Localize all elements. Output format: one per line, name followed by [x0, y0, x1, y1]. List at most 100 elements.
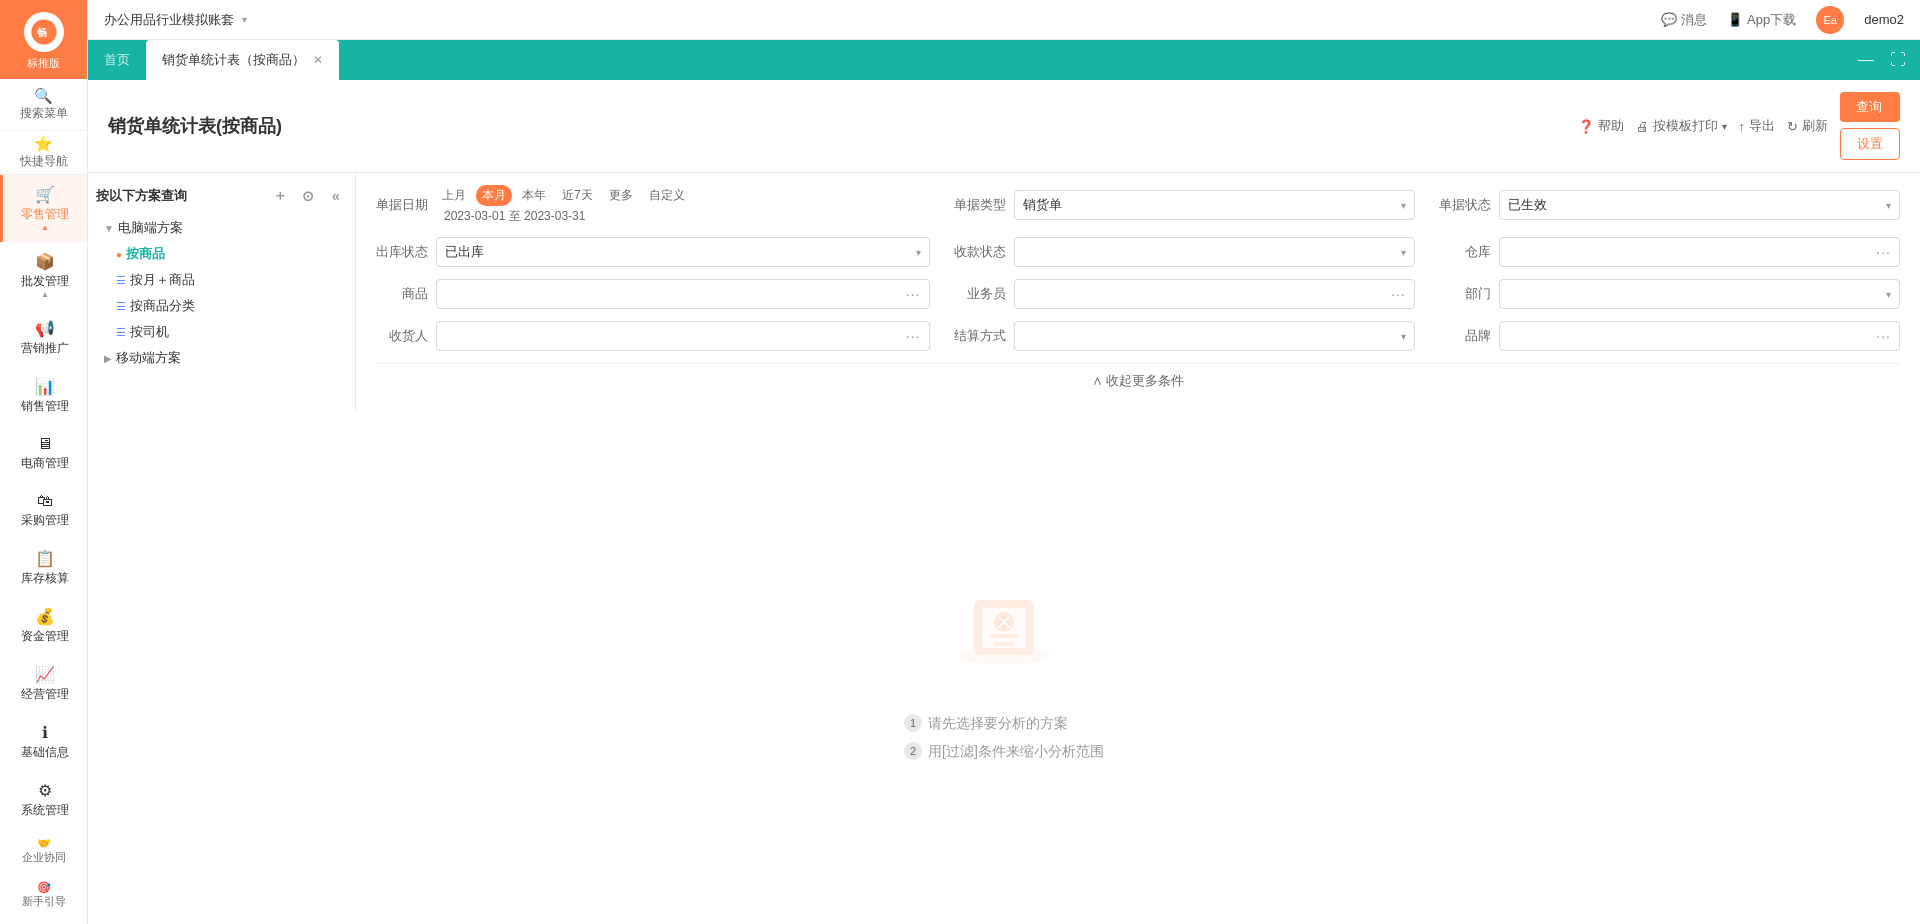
settings-button[interactable]: 设置 — [1840, 128, 1900, 160]
sidebar-item-system[interactable]: ⚙ 系统管理 — [0, 771, 87, 829]
collapse-label: ∧ 收起更多条件 — [1092, 373, 1185, 388]
goods-dots: ··· — [906, 286, 921, 302]
svg-rect-6 — [989, 634, 1019, 638]
recipient-dots: ··· — [906, 328, 921, 344]
print-label: 按模板打印 — [1653, 117, 1718, 135]
sidebar-item-enterprise[interactable]: 🤝 企业协同 — [0, 829, 87, 873]
print-button[interactable]: 🖨 按模板打印 ▾ — [1636, 117, 1727, 135]
export-button[interactable]: ↑ 导出 — [1739, 117, 1776, 135]
empty-tip-1: 1 请先选择要分析的方案 — [904, 709, 1104, 737]
tab-maximize-button[interactable]: ⛶ — [1884, 46, 1912, 74]
filter-sidebar-title: 按以下方案查询 — [96, 187, 187, 205]
user-avatar[interactable]: Ea — [1816, 6, 1844, 34]
tip-num-1: 1 — [904, 714, 922, 732]
doc-status-control[interactable]: 已生效 ▾ — [1499, 190, 1900, 220]
query-button[interactable]: 查询 — [1840, 92, 1900, 122]
scheme-by-month-goods-icon: ☰ — [116, 274, 126, 287]
payment-label: 结算方式 — [954, 327, 1014, 345]
sidebar-item-purchase[interactable]: 🛍 采购管理 — [0, 482, 87, 539]
salesperson-label: 业务员 — [954, 285, 1014, 303]
goods-control[interactable]: ··· — [436, 279, 930, 309]
newbie-icon: 🎯 — [37, 881, 51, 894]
sidebar-item-operations[interactable]: 📈 经营管理 — [0, 655, 87, 713]
svg-text:畅: 畅 — [37, 27, 47, 38]
scheme-by-category[interactable]: ☰ 按商品分类 — [108, 293, 347, 319]
sidebar-item-retail[interactable]: 🛒 零售管理 ▲ — [0, 175, 87, 242]
doc-type-control[interactable]: 销货单 ▾ — [1014, 190, 1415, 220]
collect-status-control[interactable]: ▾ — [1014, 237, 1415, 267]
refresh-button[interactable]: ↻ 刷新 — [1787, 117, 1828, 135]
warehouse-control[interactable]: ··· — [1499, 237, 1900, 267]
scheme-by-month-goods[interactable]: ☰ 按月＋商品 — [108, 267, 347, 293]
add-scheme-button[interactable]: ＋ — [269, 185, 291, 207]
collapse-bar[interactable]: ∧ 收起更多条件 — [376, 363, 1900, 398]
department-control[interactable]: ▾ — [1499, 279, 1900, 309]
payment-field: 结算方式 ▾ — [954, 321, 1415, 351]
message-button[interactable]: 💬 消息 — [1661, 11, 1707, 29]
industry-dropdown-arrow[interactable]: ▾ — [242, 14, 247, 25]
recipient-label: 收货人 — [376, 327, 436, 345]
out-status-arrow: ▾ — [916, 247, 921, 258]
sidebar-item-marketing[interactable]: 📢 营销推广 — [0, 309, 87, 367]
brand-control[interactable]: ··· — [1499, 321, 1900, 351]
svg-rect-7 — [994, 642, 1014, 646]
doc-status-field: 单据状态 已生效 ▾ — [1439, 190, 1900, 220]
pc-scheme-label: 电脑端方案 — [118, 219, 183, 237]
warehouse-label: 仓库 — [1439, 243, 1499, 261]
tab-close-button[interactable]: ✕ — [313, 53, 323, 67]
tab-home[interactable]: 首页 — [88, 40, 146, 80]
sidebar-item-appstore[interactable]: 📱 应用中心 — [0, 917, 87, 924]
date-label: 单据日期 — [376, 196, 436, 214]
sidebar-item-ecommerce[interactable]: 🖥 电商管理 — [0, 425, 87, 482]
sidebar-item-inventory[interactable]: 📋 库存核算 — [0, 539, 87, 597]
date-tab-this-year[interactable]: 本年 — [516, 185, 552, 206]
recipient-control[interactable]: ··· — [436, 321, 930, 351]
out-status-field: 出库状态 已出库 ▾ — [376, 237, 930, 267]
date-tab-more[interactable]: 更多 — [603, 185, 639, 206]
brand-field: 品牌 ··· — [1439, 321, 1900, 351]
date-tab-last-month[interactable]: 上月 — [436, 185, 472, 206]
filter-row-2: 出库状态 已出库 ▾ 收款状态 ▾ — [376, 237, 1900, 267]
sidebar-item-newbie[interactable]: 🎯 新手引导 — [0, 873, 87, 917]
payment-control[interactable]: ▾ — [1014, 321, 1415, 351]
sidebar-item-basic[interactable]: ℹ 基础信息 — [0, 713, 87, 771]
date-tab-custom[interactable]: 自定义 — [643, 185, 691, 206]
sales-label: 销售管理 — [21, 398, 69, 415]
inventory-label: 库存核算 — [21, 570, 69, 587]
help-button[interactable]: ❓ 帮助 — [1578, 117, 1624, 135]
scheme-by-category-icon: ☰ — [116, 300, 126, 313]
scheme-by-goods[interactable]: ● 按商品 — [108, 241, 347, 267]
date-tab-7days[interactable]: 近7天 — [556, 185, 599, 206]
app-download-button[interactable]: 📱 App下载 — [1727, 11, 1796, 29]
sidebar-item-sales[interactable]: 📊 销售管理 — [0, 367, 87, 425]
pc-scheme-group[interactable]: ▼ 电脑端方案 — [96, 215, 347, 241]
doc-type-label: 单据类型 — [954, 196, 1014, 214]
marketing-icon: 📢 — [35, 319, 55, 338]
collapse-sidebar-button[interactable]: « — [325, 185, 347, 207]
out-status-control[interactable]: 已出库 ▾ — [436, 237, 930, 267]
sidebar-item-wholesale[interactable]: 📦 批发管理 ▲ — [0, 242, 87, 309]
avatar-text: Ea — [1824, 14, 1837, 26]
goods-label: 商品 — [376, 285, 436, 303]
warehouse-dots: ··· — [1876, 244, 1891, 260]
enterprise-label: 企业协同 — [22, 850, 66, 865]
print-icon: 🖨 — [1636, 119, 1649, 134]
sidebar-item-finance[interactable]: 💰 资金管理 — [0, 597, 87, 655]
scheme-by-goods-icon: ● — [116, 249, 122, 260]
print-dropdown-arrow: ▾ — [1722, 121, 1727, 132]
brand-dots: ··· — [1876, 328, 1891, 344]
tab-minimize-button[interactable]: — — [1852, 46, 1880, 74]
edit-scheme-button[interactable]: ⊙ — [297, 185, 319, 207]
doc-type-arrow: ▾ — [1401, 200, 1406, 211]
mobile-scheme-group[interactable]: ▶ 移动端方案 — [96, 345, 347, 371]
page-actions: ❓ 帮助 🖨 按模板打印 ▾ ↑ 导出 ↻ 刷新 查询 — [1578, 92, 1901, 172]
scheme-by-driver[interactable]: ☰ 按司机 — [108, 319, 347, 345]
purchase-label: 采购管理 — [21, 512, 69, 529]
salesperson-control[interactable]: ··· — [1014, 279, 1415, 309]
tab-sales-report[interactable]: 销货单统计表（按商品） ✕ — [146, 40, 339, 80]
basic-icon: ℹ — [42, 723, 48, 742]
export-label: 导出 — [1749, 117, 1775, 135]
quick-nav-item[interactable]: ⭐ 快捷导航 — [0, 131, 87, 175]
search-menu-item[interactable]: 🔍 搜索菜单 — [0, 79, 87, 131]
date-tab-this-month[interactable]: 本月 — [476, 185, 512, 206]
